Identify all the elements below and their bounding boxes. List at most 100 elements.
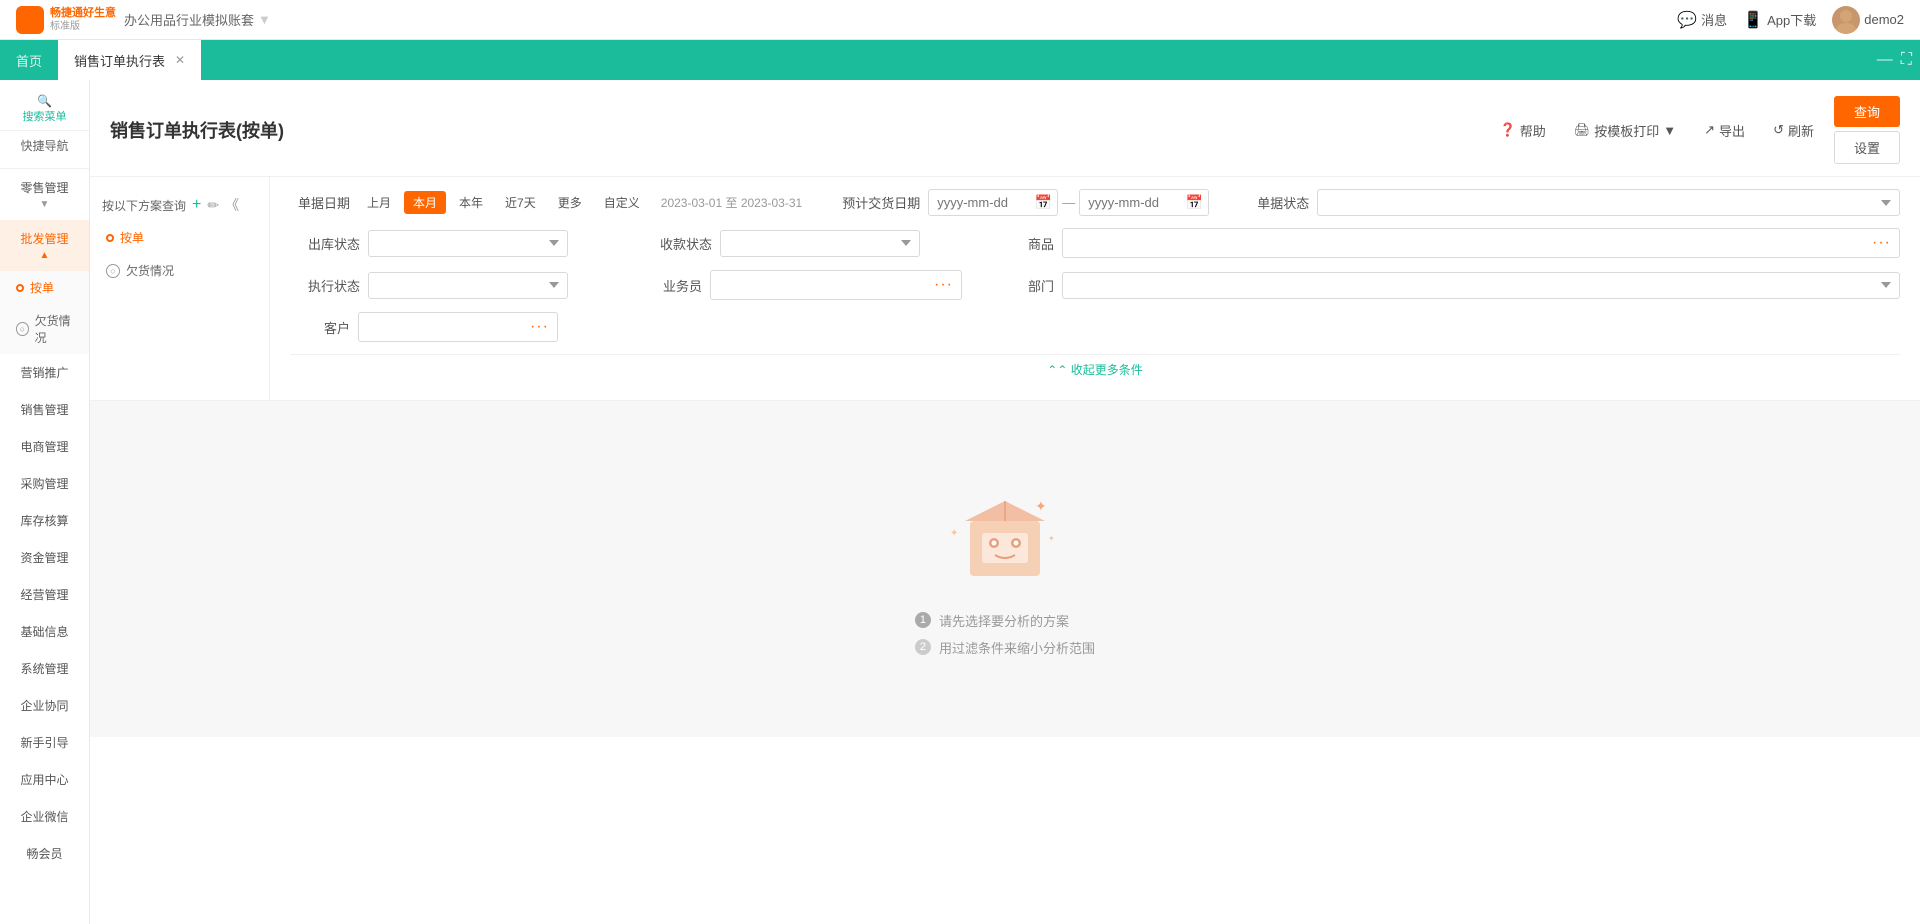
status-select[interactable] [1317, 189, 1900, 216]
sidebar-item-purchase[interactable]: 采购管理 [0, 465, 89, 502]
help-icon: ❓ [1500, 122, 1516, 138]
product-input-wrap[interactable]: ··· [1062, 228, 1900, 258]
sidebar-item-corp[interactable]: 企业协同 [0, 687, 89, 724]
execution-status-label: 执行状态 [290, 276, 360, 295]
plan-debt-icon: ○ [106, 264, 120, 278]
calendar-end-icon: 📅 [1186, 194, 1203, 211]
wholesale-arrow-icon: ▲ [40, 250, 50, 261]
expected-date-end-wrap: 📅 [1079, 189, 1209, 216]
salesperson-input-wrap[interactable]: ··· [710, 270, 962, 300]
customer-more-icon[interactable]: ··· [530, 318, 549, 336]
tab-home[interactable]: 首页 [0, 40, 58, 80]
date-tag-custom[interactable]: 自定义 [595, 191, 649, 214]
page-title: 销售订单执行表(按单) [110, 117, 284, 143]
sidebar-search[interactable]: 🔍 搜索菜单 [0, 88, 89, 130]
collapse-row: ⌃⌃ 收起更多条件 [290, 354, 1900, 388]
date-tag-more[interactable]: 更多 [549, 191, 591, 214]
sidebar-item-wholesale[interactable]: 批发管理 ▲ [0, 220, 89, 271]
edit-plan-icon[interactable]: ✏ [207, 197, 219, 214]
content-area: 销售订单执行表(按单) ❓ 帮助 🖨 按模板打印 ▼ ↗ 导出 [90, 80, 1920, 924]
sidebar-item-retail[interactable]: 零售管理 ▼ [0, 169, 89, 220]
delivery-status-select[interactable] [368, 230, 568, 257]
sidebar-item-wechat[interactable]: 企业微信 [0, 798, 89, 835]
sidebar-top: 🔍 搜索菜单 快捷导航 [0, 80, 89, 168]
filter-plan-order[interactable]: 按单 [90, 221, 269, 254]
date-range-text: 2023-03-01 至 2023-03-31 [661, 194, 802, 211]
filter-form: 单据日期 上月 本月 本年 近7天 更多 自定义 2023-03-01 至 20… [270, 177, 1920, 400]
date-tags-row: 上月 本月 本年 近7天 更多 自定义 [358, 191, 649, 214]
tab-minimize-button[interactable]: — [1877, 51, 1893, 69]
empty-state-illustration: ✦ ✦ ✦ [940, 481, 1070, 591]
page-header: 销售订单执行表(按单) ❓ 帮助 🖨 按模板打印 ▼ ↗ 导出 [90, 80, 1920, 176]
collection-status-group: 收款状态 [642, 230, 962, 257]
sidebar-item-system[interactable]: 系统管理 [0, 650, 89, 687]
date-field-group: 单据日期 上月 本月 本年 近7天 更多 自定义 2023-03-01 至 20… [290, 191, 802, 214]
tab-sales-order[interactable]: 销售订单执行表 ✕ [58, 40, 201, 80]
export-icon: ↗ [1704, 122, 1715, 138]
date-tag-this-year[interactable]: 本年 [450, 191, 492, 214]
logo-icon: 捷 [16, 6, 44, 34]
tab-close-button[interactable]: ✕ [175, 53, 185, 67]
expected-date-field-group: 预计交货日期 📅 — 📅 [842, 189, 1209, 216]
settings-button[interactable]: 设置 [1834, 131, 1900, 164]
tip-num-1: 1 [915, 612, 931, 628]
sidebar-item-operations[interactable]: 经营管理 [0, 576, 89, 613]
expected-date-label: 预计交货日期 [842, 193, 920, 212]
tab-maximize-button[interactable]: ⛶ [1901, 51, 1912, 69]
date-tag-last-month[interactable]: 上月 [358, 191, 400, 214]
sidebar-item-guide[interactable]: 新手引导 [0, 724, 89, 761]
refresh-button[interactable]: ↺ 刷新 [1765, 117, 1822, 144]
app-download-button[interactable]: 📱 App下载 [1743, 10, 1816, 30]
sidebar-quick-nav[interactable]: 快捷导航 [0, 130, 89, 160]
template-print-button[interactable]: 🖨 按模板打印 ▼ [1566, 117, 1684, 144]
svg-text:✦: ✦ [1048, 534, 1055, 543]
refresh-icon: ↺ [1773, 122, 1784, 138]
tip-num-2: 2 [915, 639, 931, 655]
collapse-button[interactable]: ⌃⌃ 收起更多条件 [1047, 361, 1142, 378]
breadcrumb: 办公用品行业模拟账套 ▼ [124, 10, 271, 29]
search-icon: 🔍 [37, 94, 52, 108]
date-tag-last-7days[interactable]: 近7天 [496, 191, 545, 214]
svg-text:✦: ✦ [950, 528, 958, 539]
help-button[interactable]: ❓ 帮助 [1492, 117, 1554, 144]
svg-text:✦: ✦ [1035, 498, 1047, 514]
execution-status-group: 执行状态 [290, 272, 610, 299]
delivery-status-group: 出库状态 [290, 230, 610, 257]
message-button[interactable]: 💬 消息 [1677, 10, 1727, 30]
sidebar-item-finance[interactable]: 资金管理 [0, 539, 89, 576]
date-tag-this-month[interactable]: 本月 [404, 191, 446, 214]
sidebar-sub-item-debt[interactable]: ○ 欠货情况 [0, 304, 89, 354]
collapse-plan-icon[interactable]: 《 [225, 195, 239, 215]
product-group: 商品 ··· [994, 228, 1900, 258]
expected-date-range: 📅 — 📅 [928, 189, 1209, 216]
empty-state: ✦ ✦ ✦ 1 请先选择要分析的方案 2 用过滤条件来缩小分析范围 [90, 401, 1920, 737]
sidebar-item-sales[interactable]: 销售管理 [0, 391, 89, 428]
department-select[interactable] [1062, 272, 1900, 299]
user-menu[interactable]: demo2 [1832, 6, 1904, 34]
filter-row-1: 单据日期 上月 本月 本年 近7天 更多 自定义 2023-03-01 至 20… [290, 189, 1900, 216]
customer-input-wrap[interactable]: ··· [358, 312, 558, 342]
sidebar-item-apps[interactable]: 应用中心 [0, 761, 89, 798]
sidebar-item-marketing[interactable]: 营销推广 [0, 354, 89, 391]
sidebar-item-inventory[interactable]: 库存核算 [0, 502, 89, 539]
filter-section: 按以下方案查询 + ✏ 《 按单 ○ 欠货情况 [90, 176, 1920, 400]
sidebar-item-member[interactable]: 畅会员 [0, 835, 89, 872]
salesperson-more-icon[interactable]: ··· [934, 276, 953, 294]
customer-group: 客户 ··· [290, 312, 610, 342]
svg-text:捷: 捷 [25, 14, 36, 27]
filter-plan-debt[interactable]: ○ 欠货情况 [90, 254, 269, 287]
export-button[interactable]: ↗ 导出 [1696, 117, 1753, 144]
sidebar-item-ecommerce[interactable]: 电商管理 [0, 428, 89, 465]
add-plan-icon[interactable]: + [192, 196, 201, 214]
filter-plan-title: 按以下方案查询 + ✏ 《 [90, 189, 269, 221]
execution-status-select[interactable] [368, 272, 568, 299]
query-button[interactable]: 查询 [1834, 96, 1900, 127]
sidebar-item-basic[interactable]: 基础信息 [0, 613, 89, 650]
salesperson-group: 业务员 ··· [642, 270, 962, 300]
date-field-label: 单据日期 [290, 193, 350, 212]
collection-status-select[interactable] [720, 230, 920, 257]
sidebar-sub-item-order[interactable]: 按单 [0, 271, 89, 304]
product-more-icon[interactable]: ··· [1872, 234, 1891, 252]
filter-row-3: 执行状态 业务员 ··· 部门 [290, 270, 1900, 300]
department-group: 部门 [994, 272, 1900, 299]
